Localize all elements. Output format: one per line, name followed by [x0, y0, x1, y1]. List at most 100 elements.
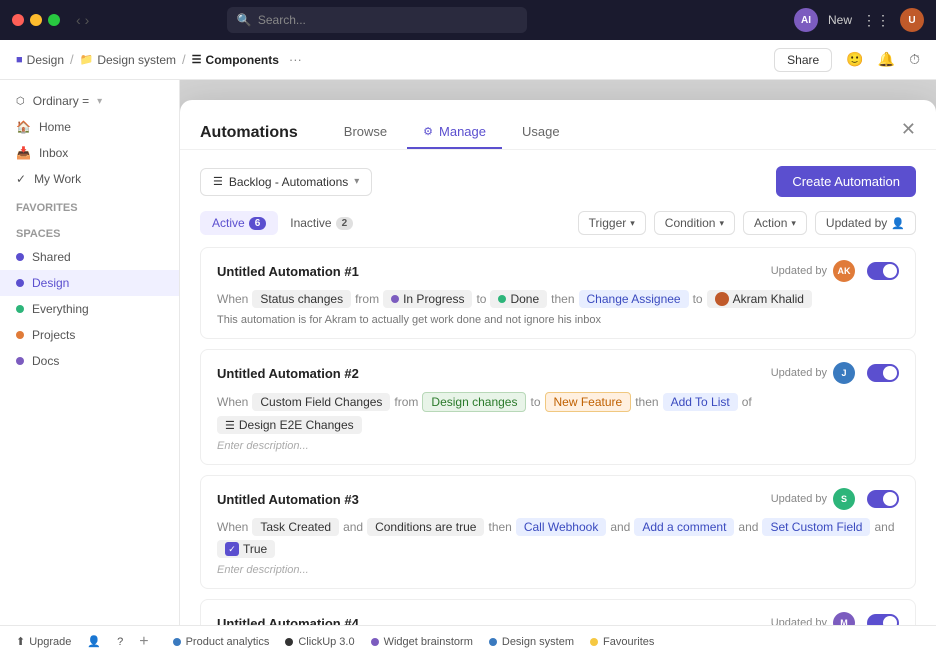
sidebar-item-docs[interactable]: Docs	[0, 348, 179, 374]
back-arrow-icon[interactable]: ‹	[76, 12, 81, 28]
rule-set-custom-3[interactable]: Set Custom Field	[762, 518, 870, 536]
sidebar-item-projects[interactable]: Projects	[0, 322, 179, 348]
rule-design-changes-2[interactable]: Design changes	[422, 392, 526, 412]
upgrade-label: Upgrade	[29, 636, 71, 648]
rule-add-comment-3[interactable]: Add a comment	[634, 518, 734, 536]
user-avatar-top[interactable]: U	[900, 8, 924, 32]
rule-change-assignee-1[interactable]: Change Assignee	[579, 290, 689, 308]
updated-by-3: Updated by S	[771, 488, 855, 510]
sidebar-label-shared: Shared	[32, 250, 71, 264]
help-icon[interactable]: ?	[117, 636, 123, 648]
ai-badge[interactable]: AI	[794, 8, 818, 32]
auto-title-3[interactable]: Untitled Automation #3	[217, 492, 359, 507]
manage-label: Manage	[439, 124, 486, 139]
sidebar-item-home[interactable]: 🏠 Home	[0, 114, 179, 140]
bottom-favourites[interactable]: Favourites	[590, 636, 654, 648]
condition-filter[interactable]: Condition ▾	[654, 211, 735, 235]
auto-title-2[interactable]: Untitled Automation #2	[217, 366, 359, 381]
rule-done-1[interactable]: Done	[490, 290, 547, 308]
updated-by-filter[interactable]: Updated by 👤	[815, 211, 916, 235]
mywork-icon: ✓	[16, 172, 26, 186]
emoji-icon[interactable]: 🙂	[846, 51, 863, 68]
user-profile-icon[interactable]: 👤	[87, 635, 101, 648]
breadcrumb-sep-2: /	[182, 52, 186, 67]
rule-new-feature-2[interactable]: New Feature	[545, 392, 632, 412]
auto-toggle-3[interactable]	[867, 490, 899, 508]
close-icon[interactable]: ✕	[901, 120, 916, 138]
rule-from-2: from	[394, 395, 418, 409]
breadcrumb-more[interactable]: ···	[289, 52, 302, 67]
auto-title-1[interactable]: Untitled Automation #1	[217, 264, 359, 279]
auto-title-4[interactable]: Untitled Automation #4	[217, 616, 359, 626]
rule-task-created-3[interactable]: Task Created	[252, 518, 339, 536]
upgrade-button[interactable]: ⬆ Upgrade	[16, 635, 71, 648]
breadcrumb-design[interactable]: ■ Design	[16, 53, 64, 67]
sidebar-label-inbox: Inbox	[39, 146, 68, 160]
rule-akram-1[interactable]: Akram Khalid	[707, 290, 812, 308]
auto-toggle-4[interactable]	[867, 614, 899, 625]
filter-tab-active[interactable]: Active 6	[200, 211, 278, 235]
bottom-widget[interactable]: Widget brainstorm	[371, 636, 473, 648]
automation-item-1: Untitled Automation #1 Updated by AK Whe…	[200, 247, 916, 339]
rule-add-to-list-2[interactable]: Add To List	[663, 393, 738, 411]
shared-dot	[16, 253, 24, 261]
inactive-badge: 2	[336, 217, 354, 230]
rule-custom-field-2[interactable]: Custom Field Changes	[252, 393, 390, 411]
minimize-traffic-light[interactable]	[30, 14, 42, 26]
top-right-icons: AI New ⋮⋮ U	[794, 8, 924, 32]
sidebar-item-shared[interactable]: Shared	[0, 244, 179, 270]
grid-icon[interactable]: ⋮⋮	[862, 12, 890, 29]
updated-by-4: Updated by M	[771, 612, 855, 625]
search-bar[interactable]: 🔍 Search...	[227, 7, 527, 33]
add-icon[interactable]: +	[139, 633, 148, 651]
rule-in-progress-1[interactable]: In Progress	[383, 290, 472, 308]
rule-status-changes-1[interactable]: Status changes	[252, 290, 351, 308]
trigger-filter[interactable]: Trigger ▾	[578, 211, 646, 235]
maximize-traffic-light[interactable]	[48, 14, 60, 26]
sidebar-item-inbox[interactable]: 📥 Inbox	[0, 140, 179, 166]
rule-design-e2e-2[interactable]: ☰Design E2E Changes	[217, 416, 362, 434]
tab-usage[interactable]: Usage	[506, 116, 576, 149]
auto-rule-2: When Custom Field Changes from Design ch…	[217, 392, 899, 434]
share-button[interactable]: Share	[774, 48, 832, 72]
usage-label: Usage	[522, 124, 560, 139]
filter-tab-inactive[interactable]: Inactive 2	[278, 211, 365, 235]
filter-row: Active 6 Inactive 2 Trigger ▾	[200, 211, 916, 235]
rule-when-3: When	[217, 520, 248, 534]
search-icon: 🔍	[237, 13, 252, 27]
action-filter[interactable]: Action ▾	[743, 211, 807, 235]
auto-title-row-1: Untitled Automation #1 Updated by AK	[217, 260, 899, 282]
user-avatar-1: AK	[833, 260, 855, 282]
bell-icon[interactable]: 🔔	[878, 51, 895, 68]
auto-toggle-1[interactable]	[867, 262, 899, 280]
sidebar-item-design[interactable]: Design	[0, 270, 179, 296]
clock-icon[interactable]: ⏱	[909, 51, 920, 68]
modal-title: Automations	[200, 124, 298, 142]
breadcrumb-components[interactable]: ☰ Components	[192, 53, 279, 67]
bottom-clickup[interactable]: ClickUp 3.0	[285, 636, 354, 648]
breadcrumb-design-system[interactable]: 📁 Design system	[80, 53, 176, 67]
rule-true-3[interactable]: ✓ True	[217, 540, 275, 558]
tab-manage[interactable]: ⚙ Manage	[407, 116, 502, 149]
workspace-selector[interactable]: ⬡ Ordinary = ▾	[0, 88, 179, 114]
updated-by-text-3: Updated by	[771, 493, 827, 505]
new-button[interactable]: New	[828, 13, 852, 27]
tab-browse[interactable]: Browse	[328, 116, 403, 149]
rule-call-webhook-3[interactable]: Call Webhook	[516, 518, 606, 536]
forward-arrow-icon[interactable]: ›	[85, 12, 90, 28]
docs-dot	[16, 357, 24, 365]
close-traffic-light[interactable]	[12, 14, 24, 26]
breadcrumb-sep-1: /	[70, 52, 74, 67]
list-selector[interactable]: ☰ Backlog - Automations ▾	[200, 168, 372, 196]
rule-to2-1: to	[693, 292, 703, 306]
sidebar-item-mywork[interactable]: ✓ My Work	[0, 166, 179, 192]
sidebar-item-everything[interactable]: Everything	[0, 296, 179, 322]
create-automation-button[interactable]: Create Automation	[776, 166, 916, 197]
home-icon: 🏠	[16, 120, 31, 134]
bottom-product-analytics[interactable]: Product analytics	[173, 636, 270, 648]
rule-conditions-3[interactable]: Conditions are true	[367, 518, 484, 536]
auto-toggle-2[interactable]	[867, 364, 899, 382]
bottom-design-system[interactable]: Design system	[489, 636, 574, 648]
clickup-dot	[285, 638, 293, 646]
automation-item-4: Untitled Automation #4 Updated by M When	[200, 599, 916, 625]
